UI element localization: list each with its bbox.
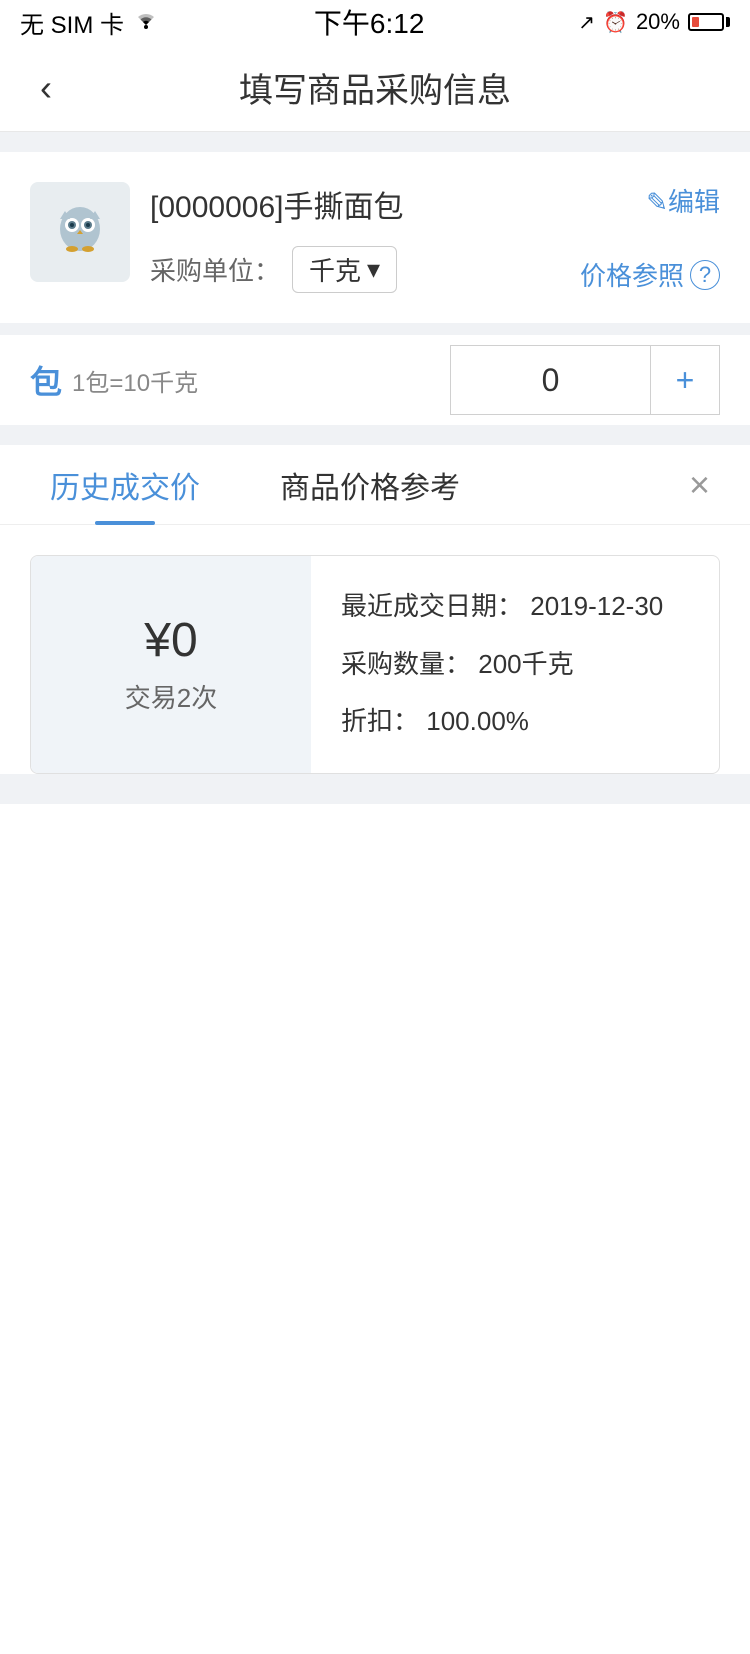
page-title: 填写商品采购信息 bbox=[239, 63, 511, 112]
history-price-value: ¥0 bbox=[144, 613, 197, 668]
unit-label: 包 1包=10千克 bbox=[30, 357, 198, 403]
history-price-summary: ¥0 交易2次 bbox=[31, 556, 311, 773]
network-status: 无 SIM 卡 bbox=[20, 5, 124, 40]
price-ref-label: 价格参照 bbox=[580, 256, 684, 293]
alarm-icon: ⏰ bbox=[603, 10, 628, 35]
status-left: 无 SIM 卡 bbox=[20, 5, 160, 40]
tab1-label: 历史成交价 bbox=[50, 463, 200, 507]
history-trades-count: 交易2次 bbox=[125, 678, 217, 715]
tabs-header: 历史成交价 商品价格参考 × bbox=[0, 445, 750, 525]
qty-value: 200千克 bbox=[478, 649, 573, 679]
history-discount-row: 折扣： 100.00% bbox=[341, 701, 689, 743]
unit-value: 千克 bbox=[309, 251, 361, 288]
quantity-input[interactable] bbox=[450, 345, 650, 415]
page-background bbox=[0, 804, 750, 1654]
edit-button[interactable]: ✎编辑 bbox=[646, 182, 720, 219]
qty-label: 采购数量： bbox=[341, 649, 471, 679]
status-time: 下午6:12 bbox=[314, 2, 425, 42]
status-right: ↗ ⏰ 20% bbox=[578, 9, 730, 35]
product-name: [0000006]手撕面包 bbox=[150, 182, 720, 226]
unit-dropdown[interactable]: 千克 ▾ bbox=[292, 246, 397, 293]
quantity-plus-button[interactable]: + bbox=[650, 345, 720, 415]
history-details: 最近成交日期： 2019-12-30 采购数量： 200千克 折扣： 100.0… bbox=[311, 556, 719, 773]
price-ref-button[interactable]: 价格参照 ? bbox=[580, 256, 720, 293]
discount-label: 折扣： bbox=[341, 706, 419, 736]
history-qty-row: 采购数量： 200千克 bbox=[341, 644, 689, 686]
nav-bar: ‹ 填写商品采购信息 bbox=[0, 44, 750, 132]
date-value: 2019-12-30 bbox=[530, 591, 663, 621]
product-thumbnail-icon bbox=[50, 197, 110, 267]
section-divider bbox=[0, 323, 750, 335]
history-card: ¥0 交易2次 最近成交日期： 2019-12-30 采购数量： 200千克 折… bbox=[30, 555, 720, 774]
product-card: [0000006]手撕面包 采购单位： 千克 ▾ ✎编辑 价格参照 ? bbox=[0, 152, 750, 323]
tab-product-price-ref[interactable]: 商品价格参考 bbox=[260, 445, 480, 525]
back-button[interactable]: ‹ bbox=[30, 57, 62, 119]
dropdown-arrow-icon: ▾ bbox=[367, 254, 380, 285]
quantity-control: + bbox=[450, 345, 720, 415]
tab2-label: 商品价格参考 bbox=[280, 463, 460, 507]
product-image bbox=[30, 182, 130, 282]
tab-history-price[interactable]: 历史成交价 bbox=[30, 445, 220, 525]
battery-icon bbox=[688, 13, 730, 31]
discount-value: 100.00% bbox=[426, 706, 529, 736]
history-date-row: 最近成交日期： 2019-12-30 bbox=[341, 586, 689, 628]
unit-badge: 包 bbox=[30, 357, 62, 403]
status-bar: 无 SIM 卡 下午6:12 ↗ ⏰ 20% bbox=[0, 0, 750, 44]
quantity-row: 包 1包=10千克 + bbox=[0, 335, 750, 425]
battery-percent: 20% bbox=[636, 9, 680, 35]
wifi-icon bbox=[132, 8, 160, 36]
date-label: 最近成交日期： bbox=[341, 591, 523, 621]
purchase-unit-label: 采购单位： bbox=[150, 251, 280, 288]
close-button[interactable]: × bbox=[679, 454, 720, 516]
price-ref-info-icon: ? bbox=[690, 260, 720, 290]
unit-note: 1包=10千克 bbox=[72, 363, 198, 398]
location-icon: ↗ bbox=[578, 10, 595, 35]
tabs-panel: 历史成交价 商品价格参考 × ¥0 交易2次 最近成交日期： 2019-12-3… bbox=[0, 445, 750, 774]
